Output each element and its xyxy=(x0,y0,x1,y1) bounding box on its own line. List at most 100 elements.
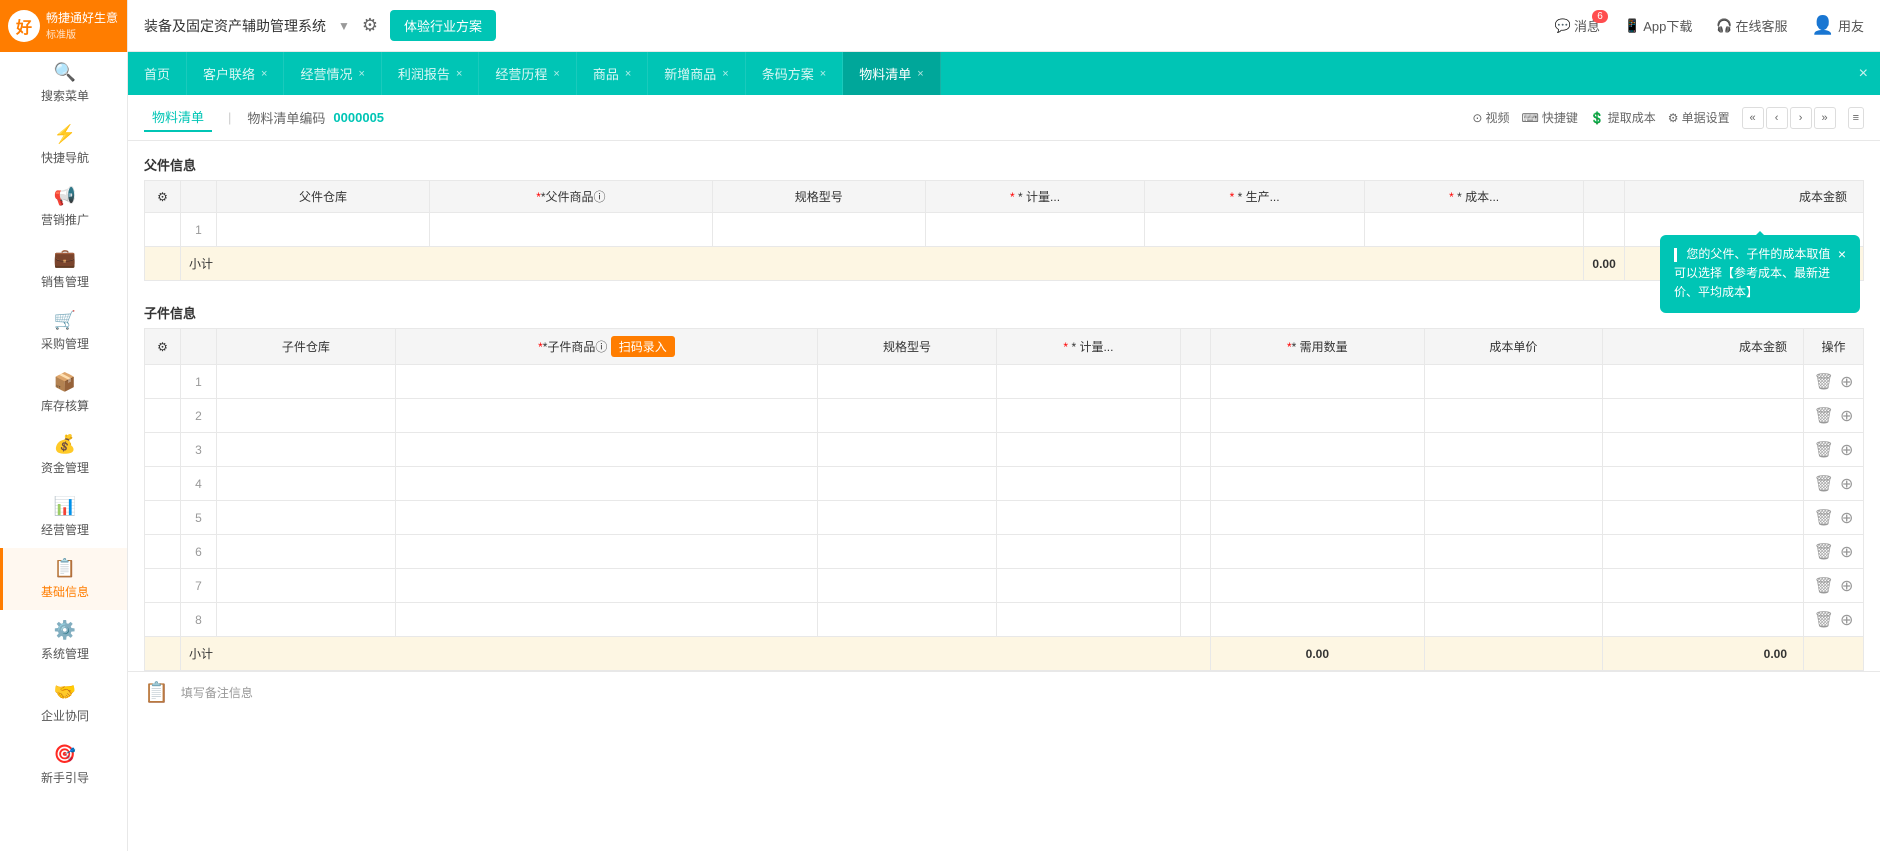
sidebar-item-cooperation[interactable]: 🤝 企业协同 xyxy=(0,672,127,734)
note-icon[interactable]: 📋 xyxy=(144,680,169,705)
child-col-settings[interactable]: ⚙ xyxy=(145,329,181,365)
close-profit-icon[interactable]: × xyxy=(456,68,462,80)
child-row-unit[interactable] xyxy=(996,365,1180,399)
child-row-spec[interactable] xyxy=(818,365,997,399)
copy-row-icon[interactable]: ⊕ xyxy=(1840,542,1853,562)
child-row-quantity[interactable] xyxy=(1211,603,1425,637)
sidebar-item-search[interactable]: 🔍 搜索菜单 xyxy=(0,52,127,114)
trial-btn[interactable]: 体验行业方案 xyxy=(390,10,496,41)
child-row-warehouse[interactable] xyxy=(217,569,396,603)
parent-row-production[interactable] xyxy=(1145,213,1365,247)
child-row-unit-cost[interactable] xyxy=(1424,467,1603,501)
child-row-unit[interactable] xyxy=(996,569,1180,603)
copy-row-icon[interactable]: ⊕ xyxy=(1840,440,1853,460)
child-row-spec[interactable] xyxy=(818,569,997,603)
tab-bom[interactable]: 物料清单 × xyxy=(843,52,940,95)
delete-row-icon[interactable]: 🗑 xyxy=(1814,372,1834,392)
child-row-warehouse[interactable] xyxy=(217,501,396,535)
close-bom-icon[interactable]: × xyxy=(917,68,923,80)
delete-row-icon[interactable]: 🗑 xyxy=(1814,610,1834,630)
child-row-warehouse[interactable] xyxy=(217,535,396,569)
next-page-btn[interactable]: › xyxy=(1790,107,1812,129)
sidebar-item-basic-info[interactable]: 📋 基础信息 xyxy=(0,548,127,610)
child-row-unit[interactable] xyxy=(996,467,1180,501)
close-history-icon[interactable]: × xyxy=(553,68,559,80)
close-barcode-icon[interactable]: × xyxy=(820,68,826,80)
tab-customers[interactable]: 客户联络 × xyxy=(187,52,284,95)
gear-icon[interactable]: ⚙ xyxy=(362,15,378,36)
child-row-product[interactable] xyxy=(395,467,817,501)
child-row-unit[interactable] xyxy=(996,535,1180,569)
parent-row-cost[interactable] xyxy=(1364,213,1584,247)
child-row-quantity[interactable] xyxy=(1211,535,1425,569)
child-row-product[interactable] xyxy=(395,603,817,637)
close-operations-icon[interactable]: × xyxy=(358,68,364,80)
copy-row-icon[interactable]: ⊕ xyxy=(1840,508,1853,528)
child-row-product[interactable] xyxy=(395,399,817,433)
tab-profit[interactable]: 利润报告 × xyxy=(382,52,479,95)
child-row-unit-cost[interactable] xyxy=(1424,501,1603,535)
sidebar-item-sales[interactable]: 💼 销售管理 xyxy=(0,238,127,300)
child-row-spec[interactable] xyxy=(818,467,997,501)
tab-new-products[interactable]: 新增商品 × xyxy=(648,52,745,95)
close-products-icon[interactable]: × xyxy=(625,68,631,80)
child-row-spec[interactable] xyxy=(818,399,997,433)
child-row-unit[interactable] xyxy=(996,433,1180,467)
copy-row-icon[interactable]: ⊕ xyxy=(1840,474,1853,494)
child-row-product[interactable] xyxy=(395,501,817,535)
sidebar-item-purchase[interactable]: 🛒 采购管理 xyxy=(0,300,127,362)
tab-home[interactable]: 首页 xyxy=(128,52,187,95)
tab-barcode[interactable]: 条码方案 × xyxy=(746,52,843,95)
app-download-btn[interactable]: 📱 App下载 xyxy=(1624,16,1692,35)
view-btn[interactable]: ⊙ 视频 xyxy=(1472,109,1509,126)
child-row-unit[interactable] xyxy=(996,603,1180,637)
child-row-warehouse[interactable] xyxy=(217,467,396,501)
child-row-spec[interactable] xyxy=(818,501,997,535)
tab-operations[interactable]: 经营情况 × xyxy=(284,52,381,95)
child-row-unit[interactable] xyxy=(996,501,1180,535)
dropdown-arrow-icon[interactable]: ▼ xyxy=(338,19,350,33)
parent-row-product[interactable] xyxy=(429,213,712,247)
child-row-unit-cost[interactable] xyxy=(1424,569,1603,603)
child-row-product[interactable] xyxy=(395,535,817,569)
list-view-btn[interactable]: ≡ xyxy=(1848,107,1864,129)
parent-col-settings[interactable]: ⚙ xyxy=(145,181,181,213)
scan-input-btn[interactable]: 扫码录入 xyxy=(611,336,675,357)
child-row-quantity[interactable] xyxy=(1211,569,1425,603)
sub-tab-bom[interactable]: 物料清单 xyxy=(144,103,212,132)
child-row-spec[interactable] xyxy=(818,603,997,637)
delete-row-icon[interactable]: 🗑 xyxy=(1814,474,1834,494)
child-row-warehouse[interactable] xyxy=(217,365,396,399)
online-service-btn[interactable]: 🎧 在线客服 xyxy=(1716,16,1787,35)
sidebar-item-inventory[interactable]: 📦 库存核算 xyxy=(0,362,127,424)
child-row-unit-cost[interactable] xyxy=(1424,365,1603,399)
delete-row-icon[interactable]: 🗑 xyxy=(1814,576,1834,596)
parent-row-warehouse[interactable] xyxy=(217,213,430,247)
child-row-quantity[interactable] xyxy=(1211,399,1425,433)
child-row-quantity[interactable] xyxy=(1211,501,1425,535)
sidebar-item-operations[interactable]: 📊 经营管理 xyxy=(0,486,127,548)
child-row-unit-cost[interactable] xyxy=(1424,399,1603,433)
parent-row-unit[interactable] xyxy=(925,213,1145,247)
cost-btn[interactable]: 💲 提取成本 xyxy=(1590,109,1656,126)
child-row-warehouse[interactable] xyxy=(217,399,396,433)
copy-row-icon[interactable]: ⊕ xyxy=(1840,576,1853,596)
parent-row-spec[interactable] xyxy=(712,213,925,247)
delete-row-icon[interactable]: 🗑 xyxy=(1814,508,1834,528)
copy-row-icon[interactable]: ⊕ xyxy=(1840,406,1853,426)
child-row-spec[interactable] xyxy=(818,535,997,569)
sidebar-item-finance[interactable]: 💰 资金管理 xyxy=(0,424,127,486)
delete-row-icon[interactable]: 🗑 xyxy=(1814,406,1834,426)
child-row-unit-cost[interactable] xyxy=(1424,433,1603,467)
child-row-quantity[interactable] xyxy=(1211,433,1425,467)
prev-page-btn[interactable]: ‹ xyxy=(1766,107,1788,129)
sidebar-item-guide[interactable]: 🎯 新手引导 xyxy=(0,734,127,796)
child-row-product[interactable] xyxy=(395,433,817,467)
child-row-product[interactable] xyxy=(395,365,817,399)
shortcut-btn[interactable]: ⌨ 快捷键 xyxy=(1521,109,1577,126)
child-row-warehouse[interactable] xyxy=(217,433,396,467)
child-row-unit-cost[interactable] xyxy=(1424,535,1603,569)
delete-row-icon[interactable]: 🗑 xyxy=(1814,542,1834,562)
delete-row-icon[interactable]: 🗑 xyxy=(1814,440,1834,460)
child-row-unit[interactable] xyxy=(996,399,1180,433)
